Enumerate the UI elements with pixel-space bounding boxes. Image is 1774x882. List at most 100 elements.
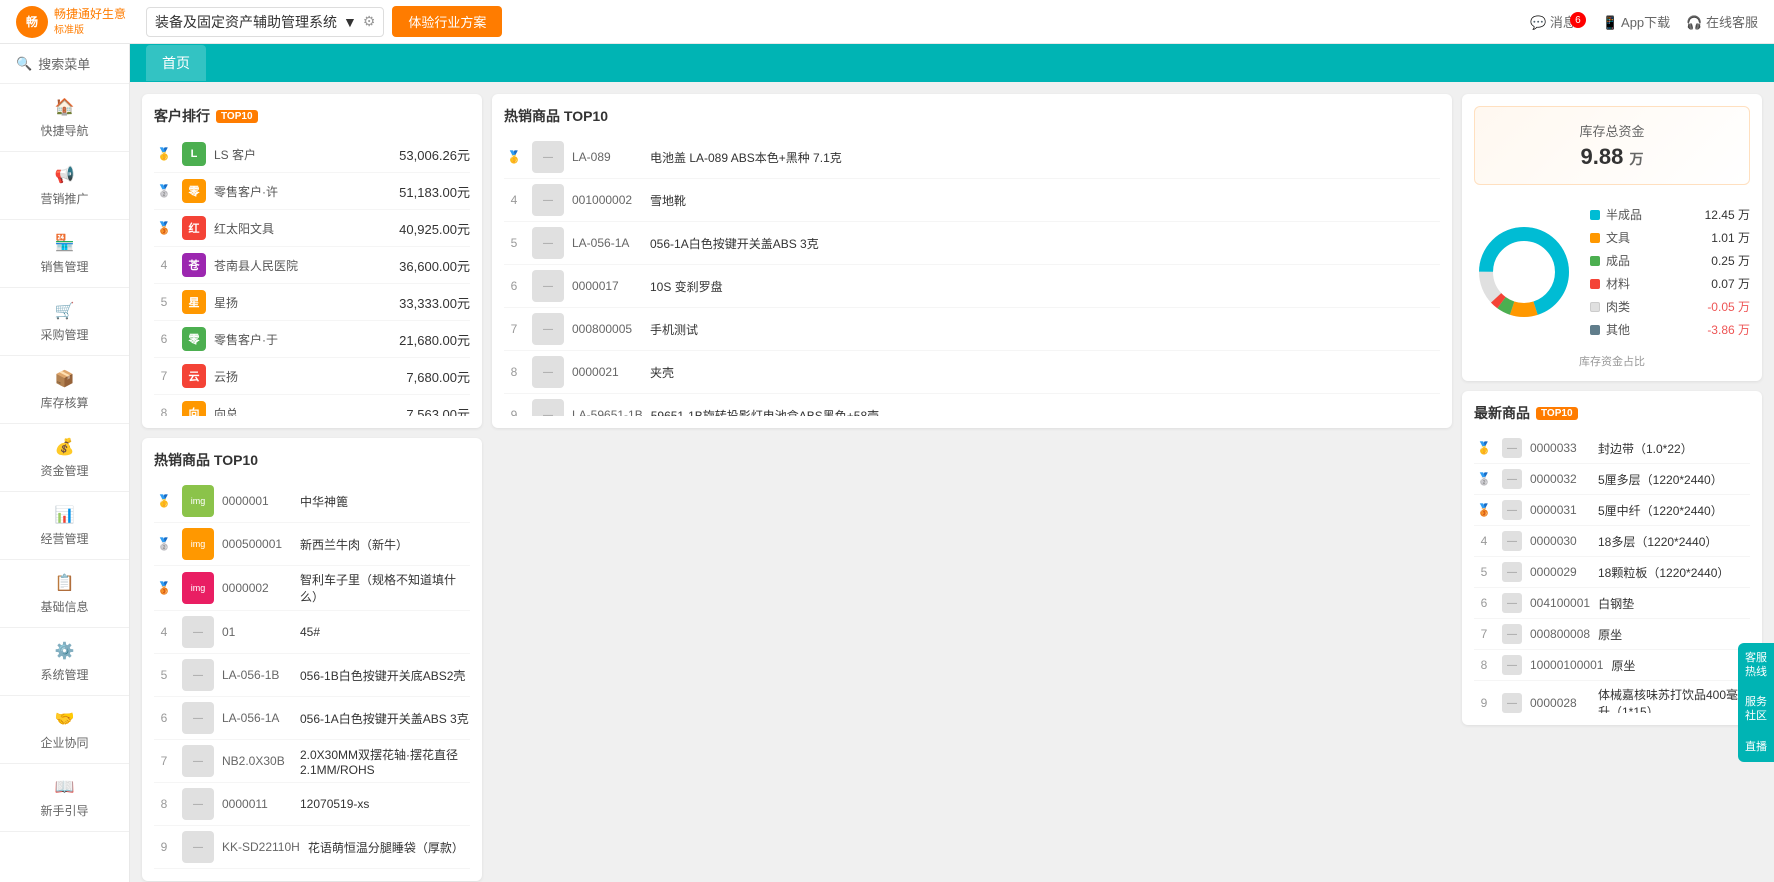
system-name[interactable]: 装备及固定资产辅助管理系统 ▼ ⚙: [146, 7, 384, 37]
new-product-row[interactable]: 5 — 0000029 18颗粒板（1220*2440）: [1474, 557, 1750, 588]
product-row[interactable]: 7 — 000800005 手机测试: [504, 308, 1440, 351]
avatar: 星: [182, 290, 206, 314]
product-image: —: [532, 313, 564, 345]
new-product-row[interactable]: 6 — 004100001 白钢垫: [1474, 588, 1750, 619]
customer-rank-row[interactable]: 8 向 向总 7,563.00元: [154, 395, 470, 416]
app-download-icon[interactable]: 📱 App下载: [1602, 12, 1670, 31]
sidebar-item-enterprise[interactable]: 🤝 企业协同: [0, 696, 129, 764]
customer-rank-row[interactable]: 🥇 L LS 客户 53,006.26元: [154, 136, 470, 173]
tab-home[interactable]: 首页: [146, 45, 206, 81]
product-row[interactable]: 4 — 001000002 雪地靴: [504, 179, 1440, 222]
topbar-right: 💬 消息6 📱 App下载 🎧 在线客服: [1530, 12, 1758, 31]
logo-text: 畅捷通好生意: [54, 7, 126, 21]
sidebar-item-marketing[interactable]: 📢 营销推广: [0, 152, 129, 220]
avatar: 苍: [182, 253, 206, 277]
logo-icon: 畅: [16, 6, 48, 38]
product-row[interactable]: 6 — 0000017 10S 变刹罗盘: [504, 265, 1440, 308]
product-row[interactable]: 9 — KK-SD22110H 花语萌恒温分腿睡袋（厚款）: [154, 826, 470, 869]
new-product-icon: —: [1502, 624, 1522, 644]
product-row[interactable]: 8 — 0000021 夹壳: [504, 351, 1440, 394]
message-icon[interactable]: 💬 消息6: [1530, 12, 1586, 31]
product-image: —: [182, 831, 214, 863]
new-products-list: 🥇 — 0000033 封边带（1.0*22） 🥈 — 0000032 5厘多层…: [1474, 433, 1750, 713]
trial-button[interactable]: 体验行业方案: [392, 6, 502, 37]
enterprise-icon: 🤝: [54, 708, 76, 730]
logo-sub: 标准版: [54, 21, 126, 36]
product-image: —: [532, 184, 564, 216]
new-product-icon: —: [1502, 531, 1522, 551]
product-image: —: [532, 356, 564, 388]
layout: 🔍 搜索菜单 🏠 快捷导航 📢 营销推广 🏪 销售管理 🛒 采购管理 📦 库存核…: [0, 44, 1774, 882]
sales-icon: 🏪: [54, 232, 76, 254]
legend-item: 肉类 -0.05 万: [1590, 295, 1750, 318]
legend-item: 材料 0.07 万: [1590, 272, 1750, 295]
inventory-label: 库存总资金: [1489, 121, 1735, 140]
topbar: 畅 畅捷通好生意 标准版 装备及固定资产辅助管理系统 ▼ ⚙ 体验行业方案 💬 …: [0, 0, 1774, 44]
product-image: —: [182, 659, 214, 691]
product-row[interactable]: 🥉 img 0000002 智利车子里（规格不知道填什么）: [154, 566, 470, 611]
float-btn-community[interactable]: 服务社区: [1738, 687, 1774, 732]
product-row[interactable]: 9 — LA-59651-1B 59651-1B旋转投影灯电池盒ABS黑色+58…: [504, 394, 1440, 416]
customer-rank-row[interactable]: 🥈 零 零售客户·许 51,183.00元: [154, 173, 470, 210]
service-icon[interactable]: 🎧 在线客服: [1686, 12, 1758, 31]
new-product-row[interactable]: 🥉 — 0000031 5厘中纤（1220*2440）: [1474, 495, 1750, 526]
sidebar-item-operation[interactable]: 📊 经营管理: [0, 492, 129, 560]
float-btn-service[interactable]: 客服热线: [1738, 643, 1774, 688]
page-body: 客户排行 TOP10 🥇 L LS 客户 53,006.26元 🥈: [130, 82, 1774, 882]
new-products-card: 最新商品 TOP10 🥇 — 0000033 封边带（1.0*22） 🥈 —: [1462, 391, 1762, 725]
new-product-icon: —: [1502, 469, 1522, 489]
topbar-system: 装备及固定资产辅助管理系统 ▼ ⚙ 体验行业方案: [146, 6, 1530, 37]
product-row[interactable]: 6 — LA-056-1A 056-1A白色按键开关盖ABS 3克: [154, 697, 470, 740]
product-row[interactable]: 4 — 01 45#: [154, 611, 470, 654]
new-product-icon: —: [1502, 438, 1522, 458]
product-row[interactable]: 5 — LA-056-1A 056-1A白色按键开关盖ABS 3克: [504, 222, 1440, 265]
product-row[interactable]: 8 — 0000011 12070519-xs: [154, 783, 470, 826]
new-product-icon: —: [1502, 693, 1522, 713]
col-right: 库存总资金 9.88 万: [1462, 94, 1762, 870]
new-product-row[interactable]: 7 — 000800008 原坐: [1474, 619, 1750, 650]
customer-rank-row[interactable]: 🥉 红 红太阳文具 40,925.00元: [154, 210, 470, 247]
new-product-row[interactable]: 🥈 — 0000032 5厘多层（1220*2440）: [1474, 464, 1750, 495]
hot-products-mid-list: 🥇 — LA-089 电池盖 LA-089 ABS本色+黑种 7.1克 4 — …: [504, 136, 1440, 416]
sidebar-item-inventory[interactable]: 📦 库存核算: [0, 356, 129, 424]
float-btn-live[interactable]: 直播: [1738, 732, 1774, 762]
product-image: —: [182, 745, 214, 777]
new-product-row[interactable]: 8 — 10000100001 原坐: [1474, 650, 1750, 681]
sidebar-item-guide[interactable]: 📖 新手引导: [0, 764, 129, 832]
customer-rank-row[interactable]: 6 零 零售客户·于 21,680.00元: [154, 321, 470, 358]
customer-rank-row[interactable]: 5 星 星扬 33,333.00元: [154, 284, 470, 321]
sidebar-item-home[interactable]: 🏠 快捷导航: [0, 84, 129, 152]
inventory-ratio-label: 库存资金占比: [1474, 349, 1750, 369]
finance-icon: 💰: [54, 436, 76, 458]
customer-ranking-card: 客户排行 TOP10 🥇 L LS 客户 53,006.26元 🥈: [142, 94, 482, 428]
sidebar-item-purchase[interactable]: 🛒 采购管理: [0, 288, 129, 356]
product-row[interactable]: 🥇 — LA-089 电池盖 LA-089 ABS本色+黑种 7.1克: [504, 136, 1440, 179]
new-product-row[interactable]: 🥇 — 0000033 封边带（1.0*22）: [1474, 433, 1750, 464]
sidebar: 🔍 搜索菜单 🏠 快捷导航 📢 营销推广 🏪 销售管理 🛒 采购管理 📦 库存核…: [0, 44, 130, 882]
sidebar-item-finance[interactable]: 💰 资金管理: [0, 424, 129, 492]
product-row[interactable]: 🥇 img 0000001 中华神篦: [154, 480, 470, 523]
product-row[interactable]: 🥈 img 000500001 新西兰牛肉（新牛）: [154, 523, 470, 566]
product-image: —: [532, 270, 564, 302]
system-icon: ⚙️: [54, 640, 76, 662]
product-row[interactable]: 5 — LA-056-1B 056-1B白色按键开关底ABS2壳: [154, 654, 470, 697]
customer-rank-row[interactable]: 4 苍 苍南县人民医院 36,600.00元: [154, 247, 470, 284]
sidebar-item-basic[interactable]: 📋 基础信息: [0, 560, 129, 628]
chevron-down-icon: ▼: [343, 14, 357, 30]
settings-icon[interactable]: ⚙: [363, 13, 376, 30]
customer-rank-row[interactable]: 7 云 云扬 7,680.00元: [154, 358, 470, 395]
customer-ranking-table: 🥇 L LS 客户 53,006.26元 🥈 零 零售客户·许 51,183.0…: [154, 136, 470, 416]
sidebar-item-system[interactable]: ⚙️ 系统管理: [0, 628, 129, 696]
new-product-icon: —: [1502, 593, 1522, 613]
sidebar-item-sales[interactable]: 🏪 销售管理: [0, 220, 129, 288]
avatar: 向: [182, 401, 206, 416]
main-content: 首页 客户排行 TOP10 🥇 L LS 客户: [130, 44, 1774, 882]
product-row[interactable]: 7 — NB2.0X30B 2.0X30MM双摆花轴·摆花直径2.1MM/ROH…: [154, 740, 470, 783]
avatar: 零: [182, 179, 206, 203]
new-product-icon: —: [1502, 500, 1522, 520]
new-product-row[interactable]: 4 — 0000030 18多层（1220*2440）: [1474, 526, 1750, 557]
hot-products-mid-card: 热销商品 TOP10 🥇 — LA-089 电池盖 LA-089 ABS本色+黑…: [492, 94, 1452, 428]
inventory-value: 9.88 万: [1489, 144, 1735, 170]
new-product-row[interactable]: 9 — 0000028 体械嘉核味苏打饮品400毫升（1*15）: [1474, 681, 1750, 713]
search-menu[interactable]: 🔍 搜索菜单: [0, 44, 129, 84]
